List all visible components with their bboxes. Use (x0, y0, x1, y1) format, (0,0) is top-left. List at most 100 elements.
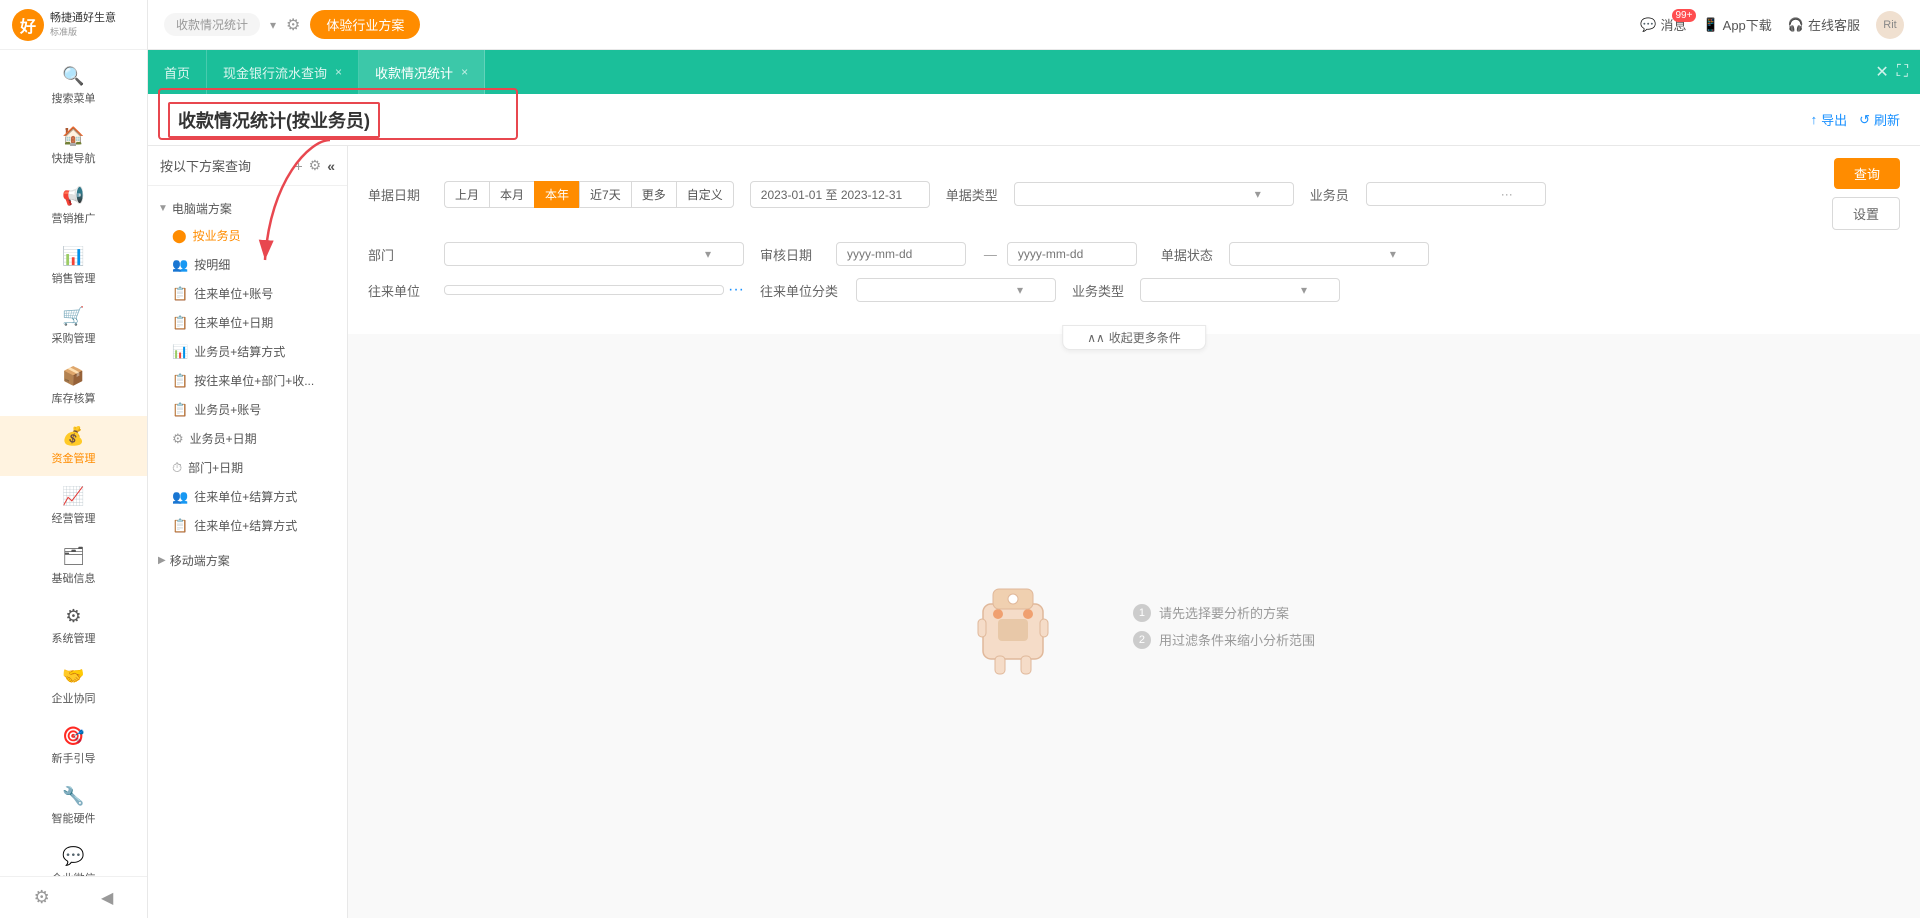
header-left: 收款情况统计 ▾ ⚙ 体验行业方案 (164, 10, 420, 39)
logo-app-name: 畅捷通好生意 (50, 11, 116, 25)
document-status-select[interactable]: ▾ (1229, 242, 1429, 266)
scheme-item-by-partner-dept[interactable]: 📋 按往来单位+部门+收... (148, 366, 347, 395)
sidebar-item-marketing[interactable]: 📢 营销推广 (0, 176, 147, 236)
scheme-item-partner-settlement2[interactable]: 📋 往来单位+结算方式 (148, 511, 347, 540)
bell-icon: 💬 (1640, 17, 1656, 33)
scheme-panel-body: ▼ 电脑端方案 ⬤ 按业务员 👥 按明细 📋 (148, 186, 347, 918)
sidebar-item-newbie[interactable]: 🎯 新手引导 (0, 716, 147, 776)
sidebar-item-quick-nav[interactable]: 🏠 快捷导航 (0, 116, 147, 176)
date-btn-this-year[interactable]: 本年 (534, 181, 579, 208)
tab-collection[interactable]: 收款情况统计 × (359, 50, 485, 94)
salesperson-select[interactable]: ··· (1366, 182, 1546, 206)
business-type-select[interactable]: ▾ (1140, 278, 1340, 302)
refresh-icon: ↺ (1859, 112, 1870, 128)
filter-row-date: 单据日期 上月 本月 本年 近7天 更多 自定义 2023-01-01 至 20… (368, 158, 1900, 230)
partner-category-select[interactable]: ▾ (856, 278, 1056, 302)
sidebar-collapse-btn[interactable]: ◀ (101, 888, 113, 908)
sidebar-item-system[interactable]: ⚙ 系统管理 (0, 596, 147, 656)
salesperson-label: 业务员 (1310, 185, 1350, 204)
scheme-item-partner-date[interactable]: 📋 往来单位+日期 (148, 308, 347, 337)
scheme-group-desktop-header[interactable]: ▼ 电脑端方案 (148, 196, 347, 221)
online-service-button[interactable]: 🎧 在线客服 (1788, 15, 1860, 34)
date-btn-more[interactable]: 更多 (631, 181, 676, 208)
salesperson-active-icon: ⬤ (172, 228, 187, 244)
tip-num-2: 2 (1133, 631, 1151, 649)
empty-state-content: 1 请先选择要分析的方案 2 用过滤条件来缩小分析范围 (953, 564, 1315, 689)
review-date-start[interactable] (836, 242, 966, 266)
tab-actions: ✕ ⛶ (1863, 62, 1920, 82)
header-dropdown-arrow[interactable]: ▾ (270, 18, 276, 32)
sidebar-item-purchase[interactable]: 🛒 采购管理 (0, 296, 147, 356)
scheme-item-partner-settlement2-label: 往来单位+结算方式 (194, 517, 297, 534)
scheme-button[interactable]: 体验行业方案 (310, 10, 420, 39)
partner-label: 往来单位 (368, 281, 428, 300)
sidebar-label-basic-info: 基础信息 (52, 570, 96, 586)
tab-bank-flow[interactable]: 现金银行流水查询 × (207, 50, 359, 94)
scheme-collapse-btn[interactable]: « (327, 158, 335, 174)
collapse-filter-button[interactable]: ∧∧ 收起更多条件 (1062, 325, 1206, 350)
date-btn-custom[interactable]: 自定义 (676, 181, 734, 208)
scheme-item-dept-date[interactable]: ⏱ 部门+日期 (148, 453, 347, 482)
sidebar-item-finance[interactable]: 💰 资金管理 (0, 416, 147, 476)
sidebar-item-basic-info[interactable]: 🗂 基础信息 (0, 536, 147, 596)
tab-bank-flow-close[interactable]: × (335, 65, 342, 79)
notification-button[interactable]: 💬 消息 99+ (1640, 15, 1686, 34)
date-range-text: 2023-01-01 至 2023-12-31 (761, 188, 902, 202)
export-button[interactable]: ↑ 导出 (1811, 110, 1848, 129)
scheme-item-by-salesperson-label: 按业务员 (193, 227, 241, 244)
user-avatar[interactable]: Rit (1876, 11, 1904, 39)
sidebar-item-enterprise[interactable]: 🤝 企业协同 (0, 656, 147, 716)
date-btn-this-month[interactable]: 本月 (489, 181, 534, 208)
partner-dots-btn[interactable]: ··· (728, 281, 744, 299)
scheme-item-partner-account[interactable]: 📋 往来单位+账号 (148, 279, 347, 308)
refresh-button[interactable]: ↺ 刷新 (1859, 110, 1900, 129)
scheme-item-salesperson-date[interactable]: ⚙ 业务员+日期 (148, 424, 347, 453)
partner-settlement2-icon: 📋 (172, 518, 188, 534)
chevron-up-icon: ∧∧ (1087, 331, 1105, 345)
scheme-group-mobile: ▶ 移动端方案 (148, 544, 347, 577)
tab-collection-close[interactable]: × (461, 65, 468, 79)
tip-num-1: 1 (1133, 604, 1151, 622)
sidebar-item-operations[interactable]: 📈 经营管理 (0, 476, 147, 536)
tab-home[interactable]: 首页 (148, 50, 207, 94)
scheme-add-btn[interactable]: + (294, 158, 302, 174)
scheme-group-mobile-header[interactable]: ▶ 移动端方案 (148, 548, 347, 573)
scheme-item-by-detail[interactable]: 👥 按明细 (148, 250, 347, 279)
department-select[interactable]: ▾ (444, 242, 744, 266)
tab-maximize-btn[interactable]: ⛶ (1897, 63, 1908, 81)
scheme-item-partner-settlement1[interactable]: 👥 往来单位+结算方式 (148, 482, 347, 511)
sidebar-item-inventory[interactable]: 📦 库存核算 (0, 356, 147, 416)
query-button[interactable]: 查询 (1834, 158, 1900, 189)
document-type-select[interactable]: ▾ (1014, 182, 1294, 206)
header-gear-btn[interactable]: ⚙ (286, 15, 300, 35)
date-btn-last-month[interactable]: 上月 (444, 181, 489, 208)
sidebar-label-quick-nav: 快捷导航 (52, 150, 96, 166)
notification-badge: 99+ (1672, 9, 1697, 22)
sidebar-item-hardware[interactable]: 🔧 智能硬件 (0, 776, 147, 836)
scheme-settings-btn[interactable]: ⚙ (309, 157, 322, 174)
scheme-item-salesperson-settlement[interactable]: 📊 业务员+结算方式 (148, 337, 347, 366)
search-icon: 🔍 (62, 66, 84, 87)
export-icon: ↑ (1811, 112, 1818, 127)
newbie-icon: 🎯 (62, 726, 84, 747)
sidebar-label-wechat: 企业微信 (52, 870, 96, 876)
tab-close-btn[interactable]: ✕ (1875, 62, 1888, 82)
review-date-end[interactable] (1007, 242, 1137, 266)
scheme-item-salesperson-account[interactable]: 📋 业务员+账号 (148, 395, 347, 424)
sidebar-label-operations: 经营管理 (52, 510, 96, 526)
app-download-button[interactable]: 📱 App下载 (1702, 15, 1771, 34)
settings-button[interactable]: 设置 (1832, 197, 1900, 230)
sidebar-item-wechat[interactable]: 💬 企业微信 (0, 836, 147, 876)
sidebar-label-hardware: 智能硬件 (52, 810, 96, 826)
chevron-down-business-icon: ▾ (1301, 283, 1307, 297)
inventory-icon: 📦 (62, 366, 84, 387)
sidebar-label-system: 系统管理 (52, 630, 96, 646)
sidebar-item-search[interactable]: 🔍 搜索菜单 (0, 56, 147, 116)
robot-svg (953, 564, 1073, 684)
sidebar-item-sales[interactable]: 📊 销售管理 (0, 236, 147, 296)
scheme-item-by-salesperson[interactable]: ⬤ 按业务员 (148, 221, 347, 250)
date-btn-7days[interactable]: 近7天 (579, 181, 631, 208)
partner-input[interactable] (444, 285, 724, 295)
sidebar-settings-btn[interactable]: ⚙ (34, 887, 50, 908)
chevron-down-doc-icon: ▾ (1255, 187, 1261, 201)
